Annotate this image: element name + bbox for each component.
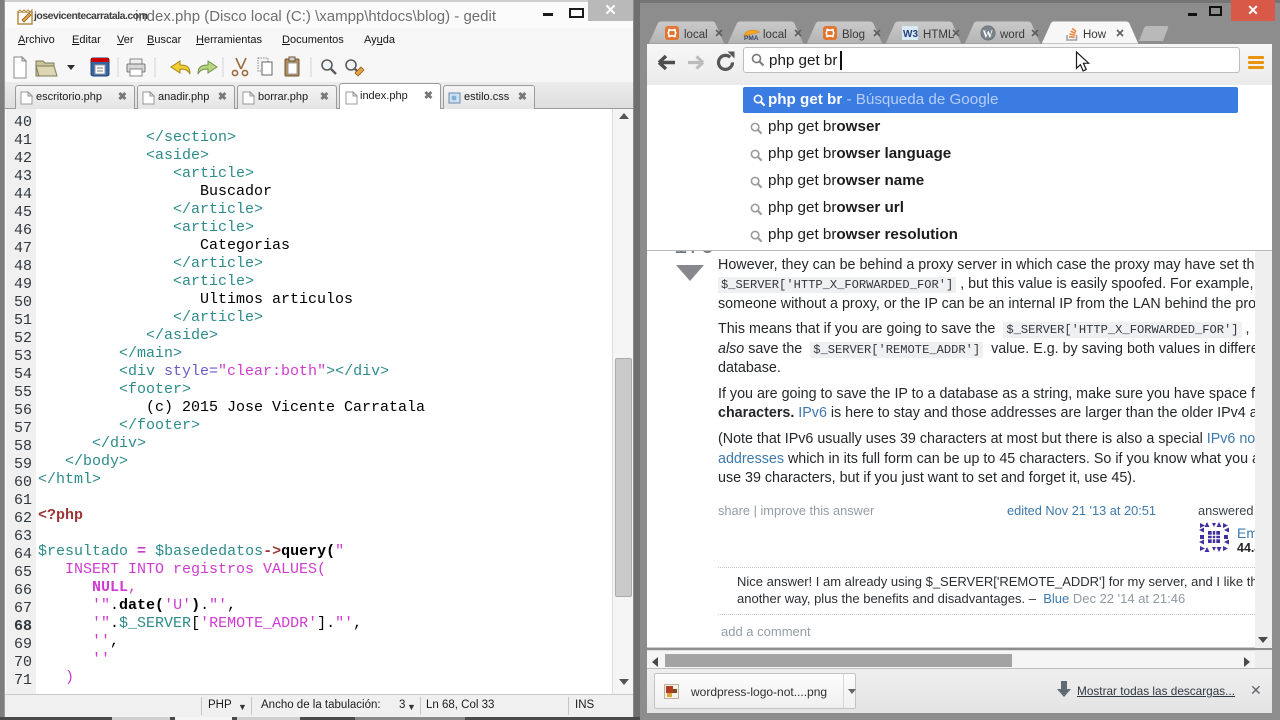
svg-text:local: local <box>763 29 787 41</box>
svg-text:word: word <box>999 29 1025 41</box>
svg-text:PMA: PMA <box>744 35 759 42</box>
svg-text:HTML: HTML <box>923 29 955 41</box>
svg-text:local: local <box>684 29 708 41</box>
svg-text:W: W <box>983 30 994 41</box>
svg-text:How: How <box>1083 29 1107 41</box>
svg-text:Blog: Blog <box>842 29 865 41</box>
svg-text:W3: W3 <box>903 29 918 40</box>
